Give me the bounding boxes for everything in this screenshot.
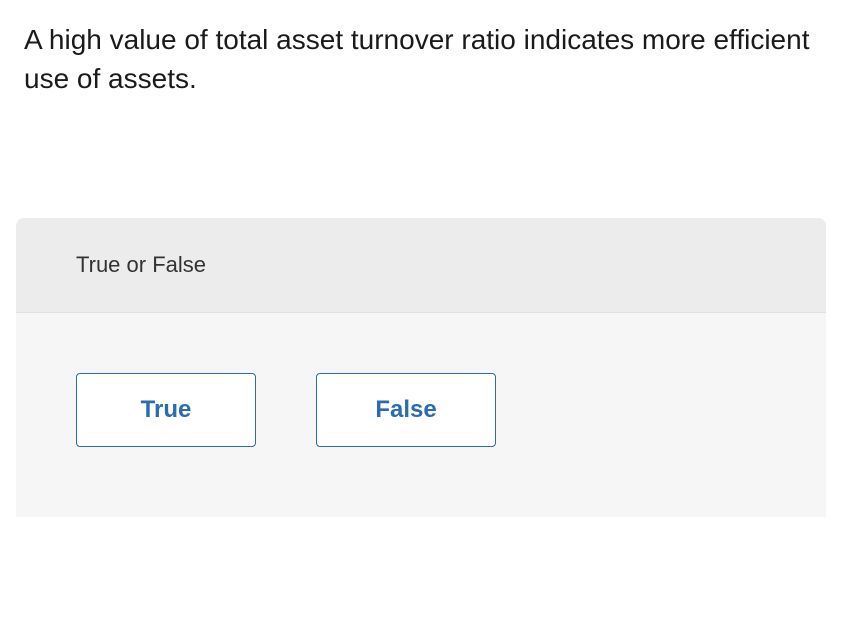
answer-panel: True or False True False [16, 218, 826, 517]
true-button[interactable]: True [76, 373, 256, 447]
false-button[interactable]: False [316, 373, 496, 447]
question-container: A high value of total asset turnover rat… [0, 0, 842, 218]
panel-header-label: True or False [76, 252, 206, 277]
panel-header: True or False [16, 218, 826, 313]
options-container: True False [16, 313, 826, 517]
question-text: A high value of total asset turnover rat… [24, 20, 818, 98]
